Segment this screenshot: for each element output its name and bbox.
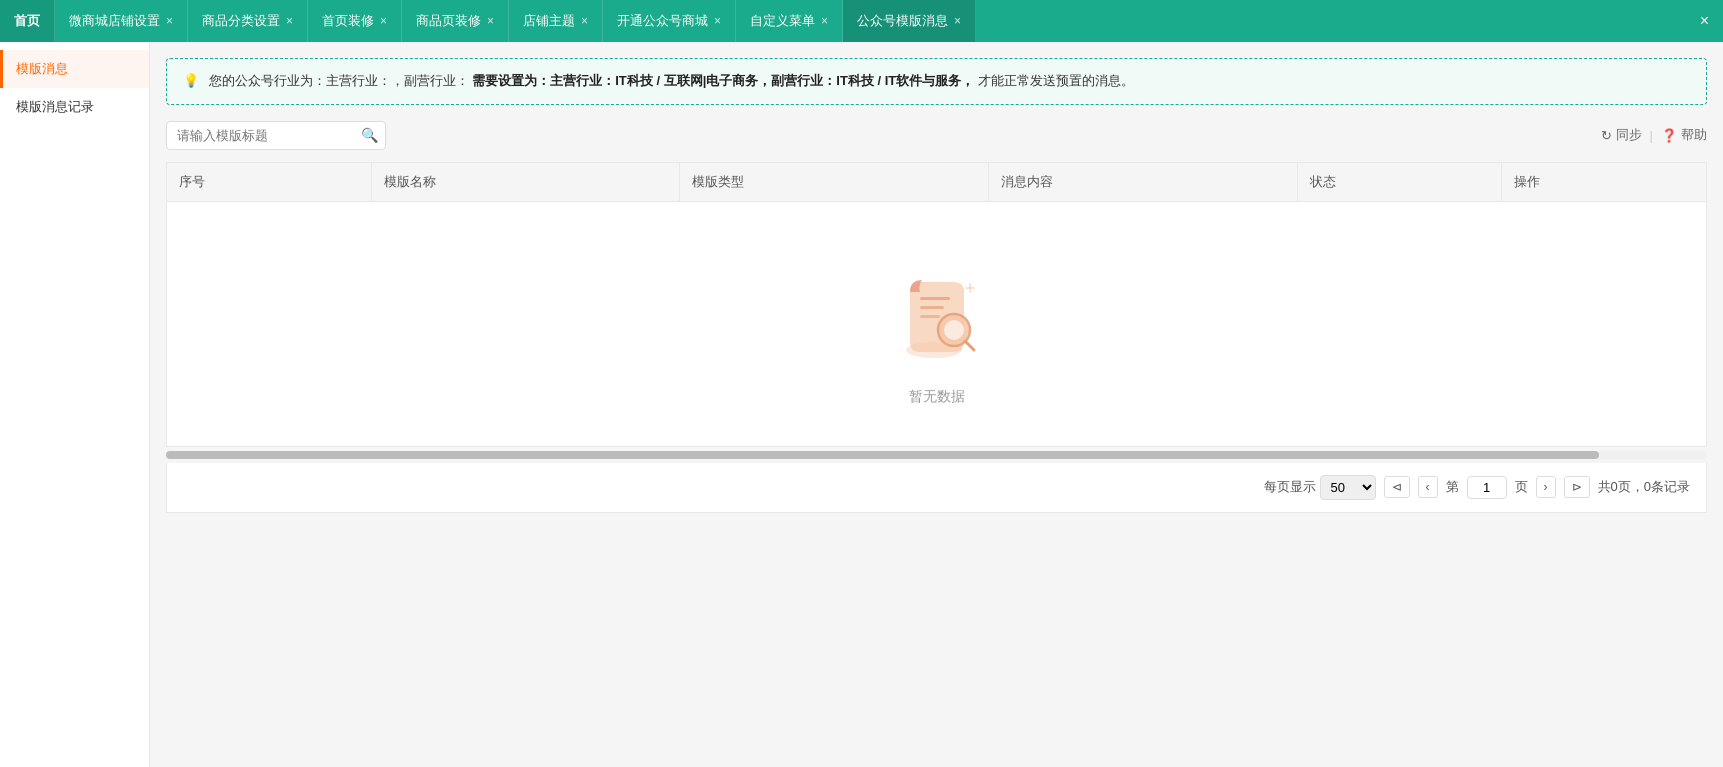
content-area: 💡 您的公众号行业为：主营行业：，副营行业： 需要设置为：主营行业：IT科技 /…: [150, 42, 1723, 767]
search-left: 🔍: [166, 121, 386, 150]
table-col-模版名称: 模版名称: [371, 162, 680, 201]
last-page-button[interactable]: ⊳: [1564, 476, 1590, 498]
pagination-bar: 每页显示 50 20 100 ⊲ ‹ 第 页 › ⊳ 共0页，0条记录: [166, 463, 1707, 513]
total-label: 共0页，0条记录: [1598, 478, 1690, 496]
notice-suffix: 才能正常发送预置的消息。: [978, 73, 1134, 88]
tab-open-mall[interactable]: 开通公众号商城×: [603, 0, 736, 42]
tab-store-theme[interactable]: 店铺主题×: [509, 0, 603, 42]
close-all-button[interactable]: ×: [1686, 0, 1723, 42]
tab-product-decor[interactable]: 商品页装修×: [402, 0, 509, 42]
table-col-序号: 序号: [167, 162, 372, 201]
page-size-label: 每页显示: [1264, 478, 1316, 496]
help-icon: ❓: [1661, 128, 1677, 143]
search-input[interactable]: [166, 121, 386, 150]
tab-category-settings[interactable]: 商品分类设置×: [188, 0, 308, 42]
tab-close-template-msg[interactable]: ×: [954, 14, 961, 28]
tab-template-msg[interactable]: 公众号模版消息×: [843, 0, 976, 42]
next-page-button[interactable]: ›: [1536, 476, 1556, 498]
notice-prefix: 您的公众号行业为：主营行业：，副营行业：: [209, 73, 469, 88]
search-icon[interactable]: 🔍: [361, 127, 378, 143]
tab-close-store-theme[interactable]: ×: [581, 14, 588, 28]
prev-page-button[interactable]: ‹: [1418, 476, 1438, 498]
page-number-input[interactable]: [1467, 476, 1507, 499]
table-col-状态: 状态: [1297, 162, 1502, 201]
divider: |: [1650, 128, 1653, 143]
tab-bar: 首页微商城店铺设置×商品分类设置×首页装修×商品页装修×店铺主题×开通公众号商城…: [0, 0, 1723, 42]
data-table: 序号模版名称模版类型消息内容状态操作: [166, 162, 1707, 447]
notice-highlight: 需要设置为：主营行业：IT科技 / 互联网|电子商务，副营行业：IT科技 / I…: [472, 73, 974, 88]
svg-rect-1: [920, 297, 950, 300]
sync-button[interactable]: ↻ 同步: [1601, 126, 1642, 144]
page-label-prefix: 第: [1446, 478, 1459, 496]
search-bar: 🔍 ↻ 同步 | ❓ 帮助: [166, 121, 1707, 150]
main-layout: 模版消息模版消息记录 💡 您的公众号行业为：主营行业：，副营行业： 需要设置为：…: [0, 42, 1723, 767]
page-size-select: 每页显示 50 20 100: [1264, 475, 1376, 500]
page-size-dropdown[interactable]: 50 20 100: [1320, 475, 1376, 500]
tab-home[interactable]: 首页: [0, 0, 55, 42]
empty-state: 暂无数据: [167, 202, 1706, 446]
empty-text: 暂无数据: [909, 388, 965, 406]
tab-custom-menu[interactable]: 自定义菜单×: [736, 0, 843, 42]
tab-shop-settings[interactable]: 微商城店铺设置×: [55, 0, 188, 42]
first-page-button[interactable]: ⊲: [1384, 476, 1410, 498]
horizontal-scrollbar[interactable]: [166, 451, 1707, 459]
scroll-thumb[interactable]: [166, 451, 1599, 459]
tab-homepage-decor[interactable]: 首页装修×: [308, 0, 402, 42]
sidebar: 模版消息模版消息记录: [0, 42, 150, 767]
table-col-操作: 操作: [1502, 162, 1707, 201]
page-label-suffix: 页: [1515, 478, 1528, 496]
search-input-wrap: 🔍: [166, 121, 386, 150]
tab-close-product-decor[interactable]: ×: [487, 14, 494, 28]
help-label: 帮助: [1681, 126, 1707, 144]
help-button[interactable]: ❓ 帮助: [1661, 126, 1707, 144]
svg-rect-3: [920, 315, 940, 318]
sync-icon: ↻: [1601, 128, 1612, 143]
sidebar-item-template-msg-record[interactable]: 模版消息记录: [0, 88, 149, 126]
table-col-模版类型: 模版类型: [680, 162, 989, 201]
tab-close-custom-menu[interactable]: ×: [821, 14, 828, 28]
notice-banner: 💡 您的公众号行业为：主营行业：，副营行业： 需要设置为：主营行业：IT科技 /…: [166, 58, 1707, 105]
empty-illustration: [882, 262, 992, 372]
tab-close-category-settings[interactable]: ×: [286, 14, 293, 28]
tab-close-homepage-decor[interactable]: ×: [380, 14, 387, 28]
sidebar-item-template-msg[interactable]: 模版消息: [0, 50, 149, 88]
svg-point-5: [944, 320, 964, 340]
bulb-icon: 💡: [183, 73, 199, 88]
search-right: ↻ 同步 | ❓ 帮助: [1601, 126, 1707, 144]
table-col-消息内容: 消息内容: [989, 162, 1298, 201]
svg-line-6: [965, 341, 974, 350]
tab-close-open-mall[interactable]: ×: [714, 14, 721, 28]
sync-label: 同步: [1616, 126, 1642, 144]
svg-rect-2: [920, 306, 944, 309]
tab-close-shop-settings[interactable]: ×: [166, 14, 173, 28]
